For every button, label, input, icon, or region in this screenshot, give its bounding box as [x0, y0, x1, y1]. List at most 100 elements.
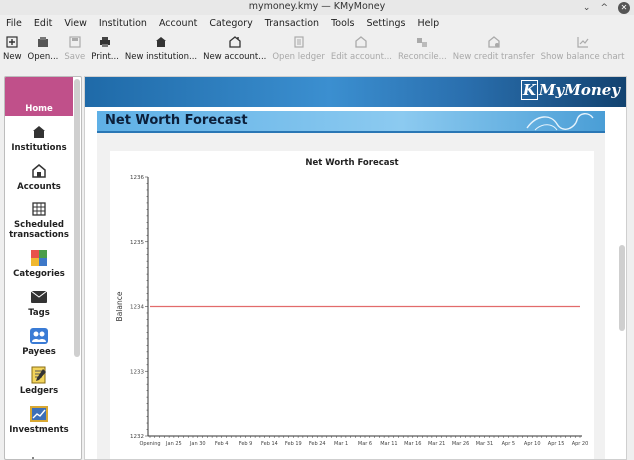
sidebar-item-categories[interactable]: Categories — [5, 242, 73, 281]
sidebar-item-label: Home — [25, 104, 53, 114]
menu-category[interactable]: Category — [203, 15, 258, 32]
new-account-button[interactable]: New account... — [200, 33, 269, 67]
sidebar-item-home[interactable]: Home — [5, 77, 73, 116]
home-content: Net Worth Forecast Net Worth Forecast Bal… — [97, 111, 605, 459]
x-tick-label: Feb 14 — [261, 441, 278, 447]
new-credit-transfer-label: New credit transfer — [452, 52, 535, 62]
reconcile-button[interactable]: Reconcile... — [395, 33, 450, 67]
sidebar-item-reports[interactable] — [5, 437, 73, 459]
maximize-icon[interactable]: ^ — [600, 1, 608, 15]
x-tick-label: Feb 19 — [285, 441, 302, 447]
x-tick-label: Apr 10 — [524, 441, 541, 447]
x-tick-label: Mar 16 — [404, 441, 421, 447]
swirl-decoration-icon — [526, 113, 594, 131]
window-title: mymoney.kmy — KMyMoney — [248, 1, 386, 12]
chart-canvas: Net Worth Forecast Balance 1232 1233 1234 123… — [115, 158, 589, 447]
open-ledger-label: Open ledger — [272, 52, 325, 62]
x-tick-label: Mar 31 — [476, 441, 493, 447]
reconcile-label: Reconcile... — [398, 52, 447, 62]
x-tick-label: Apr 15 — [548, 441, 565, 447]
ledger-icon — [293, 33, 305, 51]
sidebar-item-payees[interactable]: Payees — [5, 320, 73, 359]
new-button[interactable]: New — [0, 33, 25, 67]
menu-help[interactable]: Help — [411, 15, 445, 32]
sidebar-item-ledgers[interactable]: Ledgers — [5, 359, 73, 398]
menu-edit[interactable]: Edit — [28, 15, 58, 32]
payees-icon — [30, 327, 48, 345]
page-title: Net Worth Forecast — [105, 113, 248, 128]
menu-tools[interactable]: Tools — [325, 15, 360, 32]
calendar-icon — [32, 200, 46, 218]
save-label: Save — [64, 52, 86, 62]
x-tick-label: Feb 4 — [215, 441, 229, 447]
sidebar-item-tags[interactable]: Tags — [5, 281, 73, 320]
menu-file[interactable]: File — [0, 15, 28, 32]
sidebar-item-label: Payees — [22, 347, 56, 357]
chart-ylabel: Balance — [115, 291, 124, 321]
show-balance-chart-button[interactable]: Show balance chart — [538, 33, 628, 67]
x-tick-label: Mar 6 — [358, 441, 372, 447]
home-view: K MyMoney Net Worth Forecast Net Worth Fo… — [84, 76, 627, 460]
menu-transaction[interactable]: Transaction — [259, 15, 325, 32]
y-tick-label: 1232 — [130, 434, 144, 440]
new-institution-button[interactable]: New institution... — [122, 33, 200, 67]
credit-transfer-icon — [488, 33, 500, 51]
edit-account-label: Edit account... — [330, 52, 393, 62]
print-label: Print... — [91, 52, 119, 62]
sidebar-item-scheduled[interactable]: Scheduled transactions — [5, 194, 73, 242]
open-folder-icon — [37, 33, 49, 51]
institution-icon — [155, 33, 167, 51]
balance-chart-icon — [576, 33, 589, 51]
minimize-icon[interactable]: ⌄ — [583, 1, 591, 15]
save-button[interactable]: Save — [61, 33, 88, 67]
investments-icon — [30, 405, 48, 423]
window-titlebar: mymoney.kmy — KMyMoney ⌄ ^ ✕ — [0, 0, 634, 15]
edit-account-button[interactable]: Edit account... — [328, 33, 395, 67]
page-header: Net Worth Forecast — [97, 111, 605, 133]
sidebar-item-label: Accounts — [17, 182, 61, 192]
menu-settings[interactable]: Settings — [360, 15, 411, 32]
menu-institution[interactable]: Institution — [93, 15, 153, 32]
close-icon[interactable]: ✕ — [618, 1, 630, 14]
y-tick-label: 1235 — [130, 240, 144, 246]
x-tick-label: Mar 1 — [334, 441, 348, 447]
sidebar-item-label: Institutions — [11, 143, 67, 153]
ledger-book-icon — [31, 366, 47, 384]
x-tick-label: Feb 9 — [239, 441, 253, 447]
view-sidebar: Home Institutions Accounts Scheduled tra… — [4, 76, 82, 460]
sidebar-item-label: Tags — [28, 308, 50, 318]
categories-icon — [31, 249, 47, 267]
edit-account-icon — [355, 33, 368, 51]
sidebar-item-institutions[interactable]: Institutions — [5, 116, 73, 155]
new-institution-label: New institution... — [124, 52, 198, 62]
account-house-icon — [229, 33, 241, 51]
sidebar-item-investments[interactable]: Investments — [5, 398, 73, 437]
sidebar-item-accounts[interactable]: Accounts — [5, 155, 73, 194]
print-button[interactable]: Print... — [88, 33, 122, 67]
printer-icon — [99, 33, 111, 51]
sidebar-item-label: Ledgers — [19, 386, 59, 396]
window-controls: ⌄ ^ ✕ — [583, 0, 630, 15]
y-tick-label: 1233 — [130, 369, 144, 375]
sidebar-item-label: Scheduled transactions — [9, 220, 69, 240]
x-tick-label: Jan 25 — [165, 441, 182, 447]
bar-chart-icon — [32, 454, 46, 459]
y-tick-label: 1234 — [130, 305, 144, 311]
x-tick-label: Feb 24 — [309, 441, 326, 447]
new-file-icon — [6, 33, 18, 51]
menu-view[interactable]: View — [58, 15, 93, 32]
x-tick-label: Apr 20 — [572, 441, 589, 447]
open-ledger-button[interactable]: Open ledger — [269, 33, 328, 67]
menu-account[interactable]: Account — [153, 15, 203, 32]
open-button[interactable]: Open... — [25, 33, 62, 67]
menubar: File Edit View Institution Account Categ… — [0, 15, 634, 32]
reconcile-icon — [416, 33, 428, 51]
content-scrollbar[interactable] — [619, 245, 625, 331]
show-balance-chart-label: Show balance chart — [540, 52, 625, 62]
kmymoney-logo: K MyMoney — [520, 80, 620, 100]
sidebar-scrollbar[interactable] — [74, 79, 80, 357]
new-credit-transfer-button[interactable]: New credit transfer — [450, 33, 538, 67]
kmymoney-banner: K MyMoney — [85, 77, 626, 107]
x-tick-label: Mar 21 — [428, 441, 445, 447]
account-house-icon — [32, 162, 46, 180]
